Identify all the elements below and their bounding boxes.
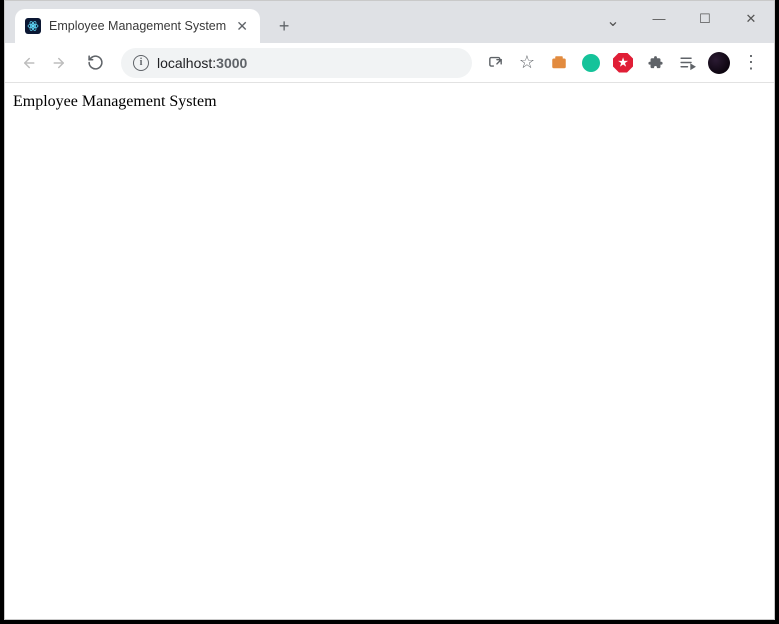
window-controls: ⌄ — ☐ ✕ xyxy=(590,1,774,43)
chrome-menu-icon[interactable]: ⋮ xyxy=(740,52,762,74)
maximize-button[interactable]: ☐ xyxy=(682,7,728,37)
new-tab-button[interactable]: + xyxy=(270,12,298,40)
site-info-icon[interactable]: i xyxy=(133,55,149,71)
toolbar-right: ☆ ★ ⋮ xyxy=(484,52,766,74)
toolbar: i localhost:3000 ☆ ★ xyxy=(5,43,774,83)
browser-window: Employee Management System ✕ + ⌄ — ☐ ✕ i… xyxy=(4,0,775,620)
react-favicon xyxy=(25,18,41,34)
extension-screenshot-icon[interactable] xyxy=(548,52,570,74)
url-text: localhost:3000 xyxy=(157,55,247,71)
tab-close-button[interactable]: ✕ xyxy=(234,18,250,34)
bookmark-star-icon[interactable]: ☆ xyxy=(516,52,538,74)
url-host: localhost: xyxy=(157,55,216,71)
reload-button[interactable] xyxy=(81,49,109,77)
page-heading: Employee Management System xyxy=(13,93,766,111)
url-port: 3000 xyxy=(216,55,247,71)
tab-strip: Employee Management System ✕ + ⌄ — ☐ ✕ xyxy=(5,1,774,43)
minimize-button[interactable]: — xyxy=(636,7,682,37)
extensions-puzzle-icon[interactable] xyxy=(644,52,666,74)
extension-adblock-icon[interactable]: ★ xyxy=(612,52,634,74)
address-bar[interactable]: i localhost:3000 xyxy=(121,48,472,78)
tab-title: Employee Management System xyxy=(49,19,226,33)
profile-avatar[interactable] xyxy=(708,52,730,74)
back-button[interactable] xyxy=(13,49,41,77)
close-window-button[interactable]: ✕ xyxy=(728,7,774,37)
share-icon[interactable] xyxy=(484,52,506,74)
tab-active[interactable]: Employee Management System ✕ xyxy=(15,9,260,43)
media-playlist-icon[interactable] xyxy=(676,52,698,74)
forward-button[interactable] xyxy=(47,49,75,77)
extension-grammarly-icon[interactable] xyxy=(580,52,602,74)
page-content: Employee Management System xyxy=(5,83,774,619)
tab-search-chevron-icon[interactable]: ⌄ xyxy=(590,7,636,37)
